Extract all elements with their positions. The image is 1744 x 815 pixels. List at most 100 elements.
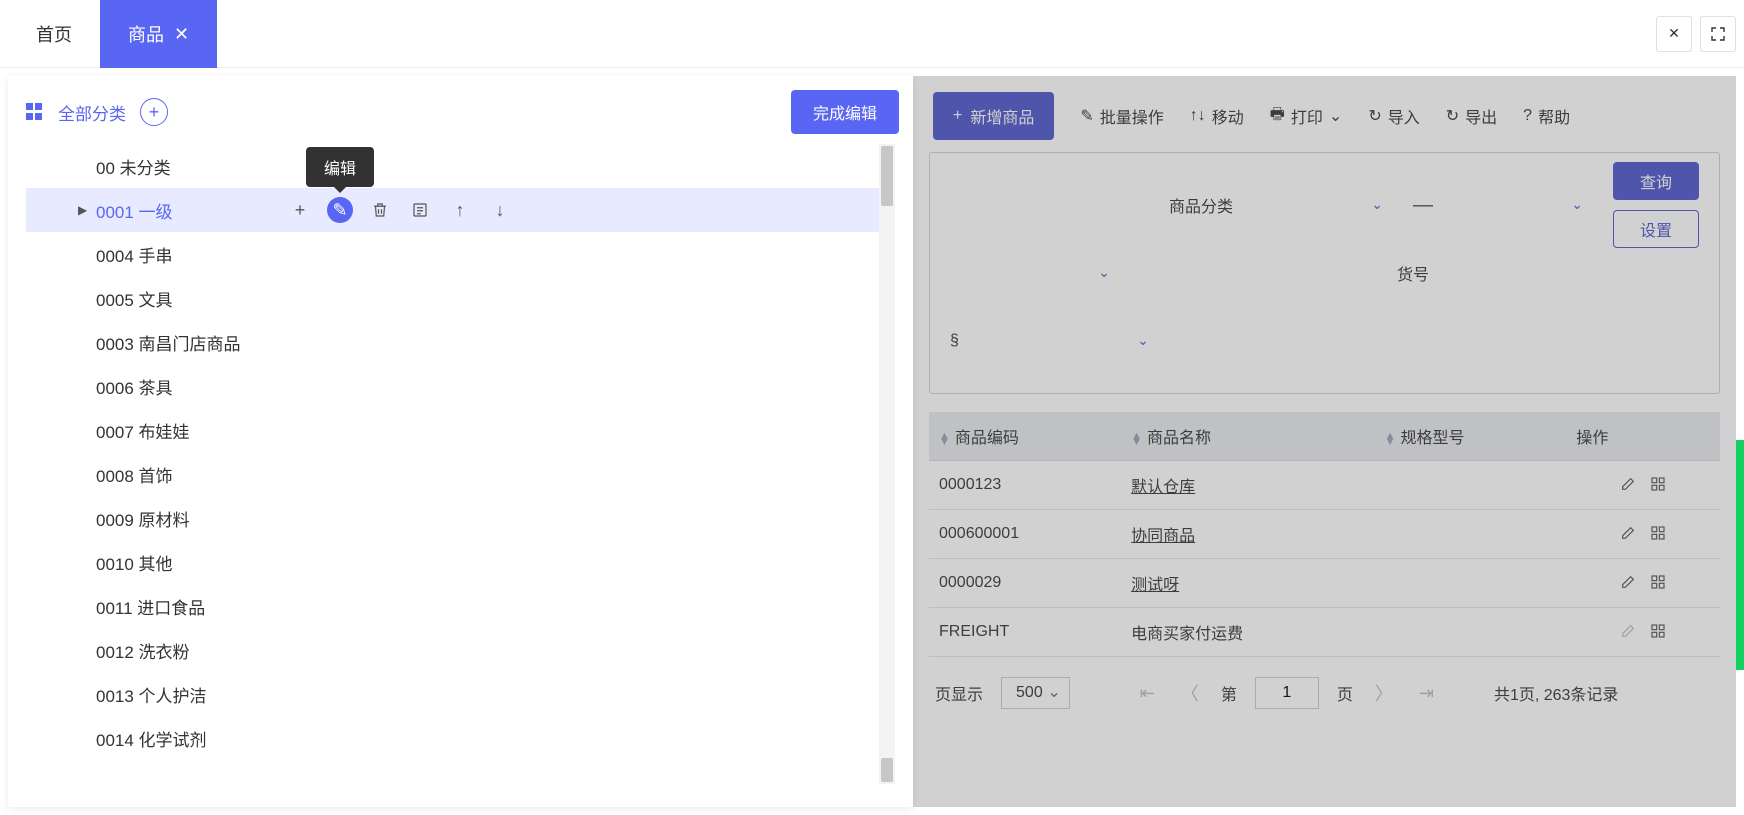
col-spec[interactable]: ▲▼规格型号 (1375, 412, 1567, 461)
category-item[interactable]: 0009 原材料 (26, 496, 893, 540)
category-label: 0001 一级 (96, 198, 173, 223)
category-panel: 全部分类 + 完成编辑 00 未分类▶0001 一级+✎编辑↑↓0004 手串0… (8, 76, 913, 807)
add-child-icon[interactable]: + (287, 197, 313, 223)
pagination: 页显示 500 ⇤ 〈 第 页 〉 ⇥ 共1页, 263条记录 (929, 657, 1720, 715)
add-product-button[interactable]: +新增商品 (933, 92, 1054, 140)
help-button[interactable]: ?帮助 (1523, 104, 1570, 128)
category-item[interactable]: 0008 首饰 (26, 452, 893, 496)
category-label: 0003 南昌门店商品 (96, 330, 241, 355)
category-label: 0013 个人护洁 (96, 682, 207, 707)
row-edit-button[interactable] (1617, 522, 1639, 544)
chevron-down-icon: ⌄ (1098, 264, 1110, 281)
print-button[interactable]: 🖶打印⌄ (1270, 103, 1343, 130)
move-button[interactable]: ↑↓移动 (1190, 104, 1244, 128)
last-page-button[interactable]: ⇥ (1415, 683, 1438, 704)
category-label: 0009 原材料 (96, 506, 190, 531)
sort-icon: ▲▼ (1131, 433, 1142, 445)
table-row: FREIGHT电商买家付运费 (929, 608, 1720, 657)
filter-category-select[interactable]: ⌄ (1263, 190, 1383, 220)
cell-name: 默认仓库 (1121, 461, 1374, 510)
query-button[interactable]: 查询 (1613, 162, 1699, 200)
edit-icon[interactable]: ✎编辑 (327, 197, 353, 223)
import-icon: ↻ (1368, 106, 1381, 126)
first-page-button[interactable]: ⇤ (1136, 683, 1159, 704)
row-more-button[interactable] (1647, 473, 1669, 495)
filter-category-label: 商品分类 (1169, 193, 1233, 217)
settings-button[interactable]: 设置 (1613, 210, 1699, 248)
category-item[interactable]: 0012 洗衣粉 (26, 628, 893, 672)
category-label: 0007 布娃娃 (96, 418, 190, 443)
scrollbar[interactable] (879, 144, 895, 784)
caret-icon[interactable]: ▶ (78, 203, 87, 217)
fullscreen-button[interactable] (1700, 16, 1736, 52)
row-more-button[interactable] (1647, 571, 1669, 593)
category-item[interactable]: 0003 南昌门店商品 (26, 320, 893, 364)
category-item[interactable]: 00 未分类 (26, 144, 893, 188)
table-row: 000600001协同商品 (929, 510, 1720, 559)
cell-name: 协同商品 (1121, 510, 1374, 559)
batch-button[interactable]: ✎批量操作 (1080, 104, 1163, 128)
product-link[interactable]: 测试呀 (1131, 577, 1179, 594)
category-tree: 00 未分类 ▶ 0001 一级 + ✎编辑 ↑ ↓ 0004 手串 0005 文具 0003 南… (26, 144, 899, 784)
cell-spec (1375, 608, 1567, 657)
move-icon: ↑↓ (1190, 107, 1206, 125)
tab-home[interactable]: 首页 (8, 0, 100, 68)
range-dash: — (1413, 194, 1433, 217)
page-summary: 共1页, 263条记录 (1494, 681, 1619, 705)
row-more-button[interactable] (1647, 620, 1669, 642)
next-page-button[interactable]: 〉 (1371, 680, 1397, 706)
category-item[interactable]: 0011 进口食品 (26, 584, 893, 628)
category-item[interactable]: 0005 文具 (26, 276, 893, 320)
prev-page-button[interactable]: 〈 (1177, 680, 1203, 706)
category-label: 0010 其他 (96, 550, 173, 575)
category-item[interactable]: 0004 手串 (26, 232, 893, 276)
delete-icon[interactable] (367, 197, 393, 223)
close-icon[interactable]: ✕ (174, 25, 189, 43)
row-actions: + ✎编辑 ↑ ↓ (287, 197, 513, 223)
per-page-select[interactable]: 500 (1001, 677, 1070, 709)
category-item[interactable]: ▶ 0001 一级 + ✎编辑 ↑ ↓ (26, 188, 893, 232)
col-name[interactable]: ▲▼商品名称 (1121, 412, 1374, 461)
cell-spec (1375, 510, 1567, 559)
move-down-icon[interactable]: ↓ (487, 197, 513, 223)
grid-icon (26, 103, 44, 121)
insert-icon[interactable] (407, 197, 433, 223)
category-label: 0005 文具 (96, 286, 173, 311)
page-input[interactable] (1255, 677, 1319, 709)
per-page-label: 页显示 (935, 681, 983, 705)
category-item[interactable]: 0007 布娃娃 (26, 408, 893, 452)
category-item[interactable]: 0010 其他 (26, 540, 893, 584)
move-up-icon[interactable]: ↑ (447, 197, 473, 223)
close-icon: ✕ (1668, 25, 1680, 42)
row-more-button[interactable] (1647, 522, 1669, 544)
tab-product[interactable]: 商品 ✕ (100, 0, 217, 68)
category-item[interactable]: 0013 个人护洁 (26, 672, 893, 716)
done-edit-button[interactable]: 完成编辑 (791, 90, 899, 134)
close-all-button[interactable]: ✕ (1656, 16, 1692, 52)
filter-category-select-2[interactable]: ⌄ (1463, 190, 1583, 220)
col-code[interactable]: ▲▼商品编码 (929, 412, 1121, 461)
table-header-row: ▲▼商品编码 ▲▼商品名称 ▲▼规格型号 操作 (929, 412, 1720, 461)
cell-op (1566, 510, 1720, 559)
page-word-before: 第 (1221, 681, 1237, 705)
add-category-button[interactable]: + (140, 98, 168, 126)
all-categories-label[interactable]: 全部分类 (58, 100, 126, 125)
row-edit-button[interactable] (1617, 571, 1639, 593)
category-label: 00 未分类 (96, 154, 171, 179)
category-label: 0012 洗衣粉 (96, 638, 190, 663)
import-button[interactable]: ↻导入 (1368, 104, 1419, 128)
filter-generic-select[interactable]: ⌄ (990, 258, 1110, 288)
category-label: 0014 化学试剂 (96, 726, 207, 751)
chevron-down-icon: ⌄ (1571, 196, 1583, 213)
export-button[interactable]: ↻导出 (1446, 104, 1497, 128)
category-item[interactable]: 0006 茶具 (26, 364, 893, 408)
filter-generic-select-2[interactable]: ⌄ (1029, 326, 1149, 356)
product-link[interactable]: 默认仓库 (1131, 479, 1195, 496)
sort-icon: ▲▼ (939, 433, 950, 445)
product-link[interactable]: 协同商品 (1131, 528, 1195, 545)
category-item[interactable]: 0014 化学试剂 (26, 716, 893, 760)
chevron-down-icon: ⌄ (1371, 196, 1383, 213)
row-edit-button[interactable] (1617, 473, 1639, 495)
filter-sku-label: 货号 (1397, 261, 1429, 285)
cell-code: 0000029 (929, 559, 1121, 608)
